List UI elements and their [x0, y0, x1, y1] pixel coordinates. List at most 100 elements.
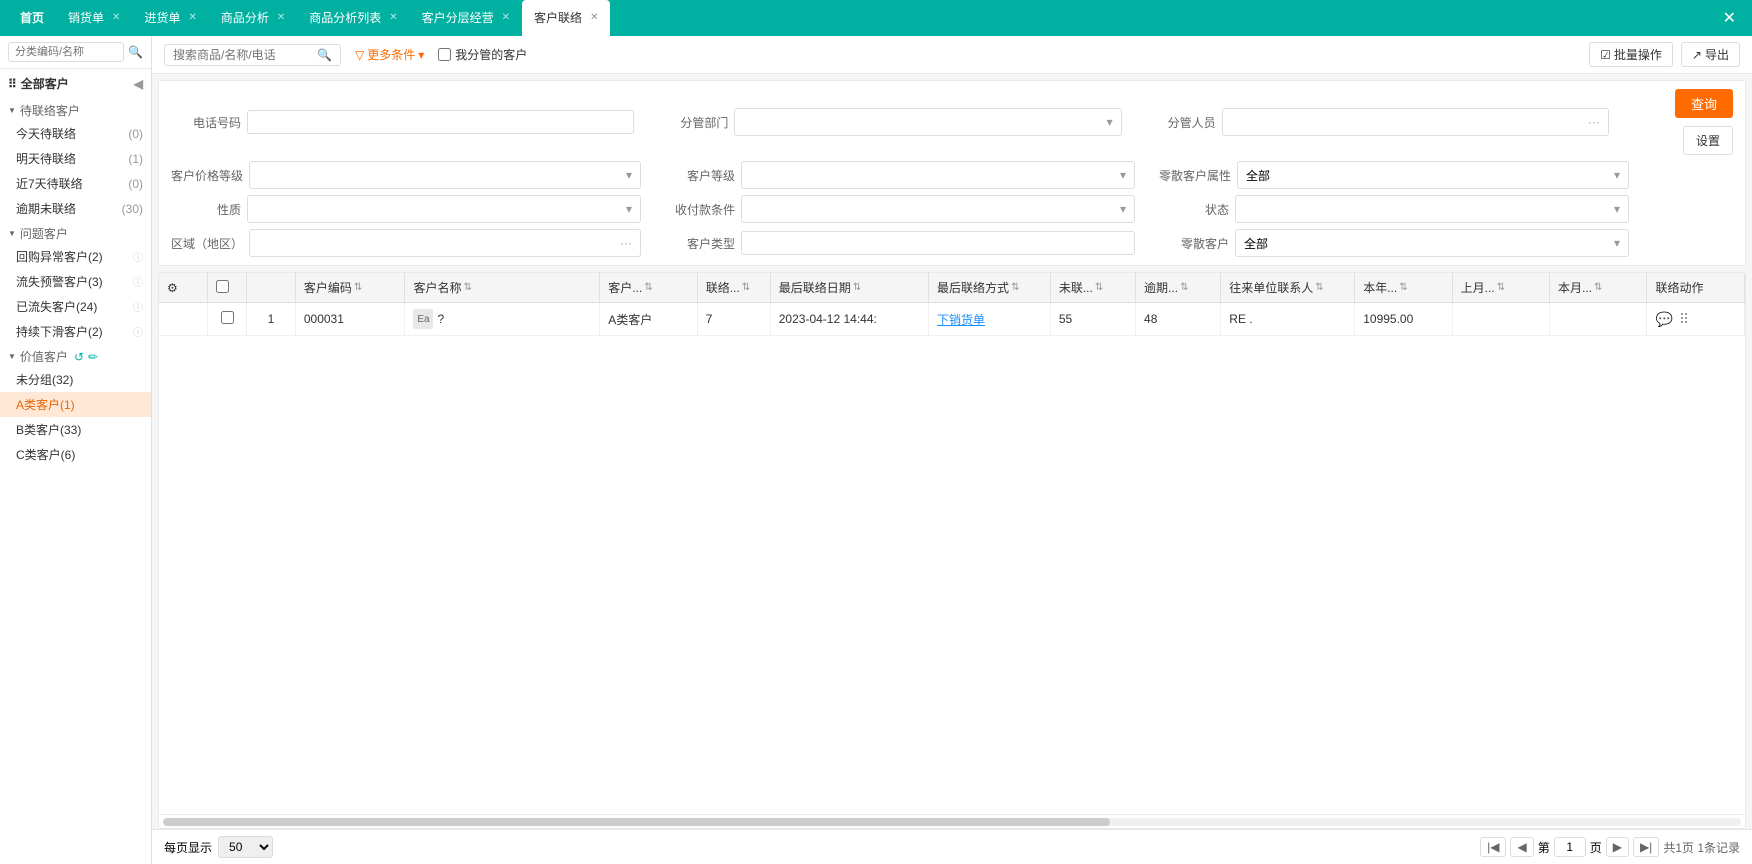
filter-button[interactable]: ▽ 更多条件 ▾	[349, 43, 430, 66]
close-icon[interactable]: ✕	[590, 0, 598, 36]
horizontal-scrollbar-thumb[interactable]	[163, 818, 1110, 826]
sidebar-group-pending[interactable]: ▼ 待联络客户	[0, 98, 151, 121]
dept-select[interactable]: ▾	[734, 108, 1121, 136]
edit-icon[interactable]: ✏	[88, 350, 98, 364]
sidebar-item-ungrouped[interactable]: 未分组(32)	[0, 367, 151, 392]
more-action-icon[interactable]: ⠿	[1679, 311, 1689, 328]
customer-type-input[interactable]	[741, 231, 1135, 255]
nav-tab-2[interactable]: 商品分析 ✕	[209, 0, 297, 36]
sort-icon[interactable]: ⇅	[853, 282, 861, 293]
nav-tab-1[interactable]: 进货单 ✕	[132, 0, 208, 36]
status-select[interactable]: ▾	[1235, 195, 1629, 223]
row-checkbox[interactable]	[221, 311, 234, 324]
nav-tab-4[interactable]: 客户分层经营 ✕	[410, 0, 522, 36]
sidebar-item-declining[interactable]: 持续下滑客户(2) ⓘ	[0, 319, 151, 344]
td-overdue: 48	[1136, 303, 1221, 336]
sort-icon[interactable]: ⇅	[1011, 282, 1019, 293]
batch-button[interactable]: ☑ 批量操作	[1589, 42, 1673, 67]
sidebar-item-c-class[interactable]: C类客户(6)	[0, 442, 151, 467]
sort-icon[interactable]: ⇅	[742, 282, 750, 293]
dots-icon: ···	[620, 236, 632, 250]
close-icon[interactable]: ✕	[502, 0, 510, 36]
settings-button[interactable]: 设置	[1683, 126, 1733, 155]
scatter-attr-label: 零散客户属性	[1159, 167, 1231, 184]
th-customer-type: 客户...⇅	[600, 273, 697, 303]
scatter-customer-select[interactable]: 全部 ▾	[1235, 229, 1629, 257]
sidebar-item-a-class[interactable]: A类客户(1)	[0, 392, 151, 417]
close-icon[interactable]: ✕	[277, 0, 285, 36]
sort-icon[interactable]: ⇅	[1399, 282, 1407, 293]
customer-level-select[interactable]: ▾	[741, 161, 1135, 189]
sidebar-item-b-class[interactable]: B类客户(33)	[0, 417, 151, 442]
chevron-down-icon: ▾	[626, 168, 632, 182]
sort-icon[interactable]: ⇅	[1315, 282, 1323, 293]
nav-tab-3[interactable]: 商品分析列表 ✕	[297, 0, 409, 36]
phone-input[interactable]	[247, 110, 634, 134]
collapse-icon[interactable]: ◀	[134, 77, 143, 91]
search-icon[interactable]: 🔍	[317, 48, 332, 62]
manager-select[interactable]: ···	[1222, 108, 1609, 136]
th-last-month: 上月...⇅	[1452, 273, 1549, 303]
sort-icon[interactable]: ⇅	[1095, 282, 1103, 293]
sidebar-item-churn-warning[interactable]: 流失预警客户(3) ⓘ	[0, 269, 151, 294]
nav-home[interactable]: 首页	[8, 0, 56, 36]
app-close-button[interactable]: ✕	[1715, 8, 1744, 28]
region-label: 区域（地区）	[171, 235, 243, 252]
chevron-down-icon: ▾	[1120, 202, 1126, 216]
close-icon[interactable]: ✕	[188, 0, 196, 36]
region-select[interactable]: ···	[249, 229, 641, 257]
th-action: 联络动作	[1647, 273, 1745, 303]
sidebar-search-input[interactable]	[8, 42, 124, 62]
sort-icon[interactable]: ⇅	[1180, 282, 1188, 293]
sort-icon[interactable]: ⇅	[644, 282, 652, 293]
info-icon: ⓘ	[133, 299, 143, 314]
filter-cell-scatter-customer: 零散客户 全部 ▾	[1159, 229, 1629, 257]
filter-cell-scatter-attr: 零散客户属性 全部 ▾	[1159, 161, 1629, 189]
contact-icon[interactable]: 💬	[1655, 311, 1672, 328]
last-contact-method-link[interactable]: 下销货单	[937, 313, 985, 327]
prev-page-button[interactable]: ◀	[1510, 837, 1533, 857]
query-button[interactable]: 查询	[1675, 89, 1733, 118]
close-icon[interactable]: ✕	[112, 0, 120, 36]
phone-label: 电话号码	[171, 114, 241, 131]
next-page-button[interactable]: ▶	[1606, 837, 1629, 857]
scatter-attr-select[interactable]: 全部 ▾	[1237, 161, 1629, 189]
sort-icon[interactable]: ⇅	[1594, 282, 1602, 293]
select-all-checkbox[interactable]	[216, 280, 229, 293]
export-button[interactable]: ↗ 导出	[1681, 42, 1740, 67]
nav-tab-0[interactable]: 销货单 ✕	[56, 0, 132, 36]
sort-icon[interactable]: ⇅	[354, 282, 362, 293]
my-customer-check[interactable]	[438, 48, 451, 61]
first-page-button[interactable]: |◀	[1480, 837, 1506, 857]
filter-row-2: 客户价格等级 ▾ 客户等级 ▾	[171, 161, 1733, 189]
sort-icon[interactable]: ⇅	[1497, 282, 1505, 293]
sidebar-item-churned[interactable]: 已流失客户(24) ⓘ	[0, 294, 151, 319]
nature-select[interactable]: ▾	[247, 195, 641, 223]
close-icon[interactable]: ✕	[389, 0, 397, 36]
search-input[interactable]	[173, 48, 313, 62]
sidebar-group-value[interactable]: ▼ 价值客户 ↺ ✏	[0, 344, 151, 367]
sidebar-item-today[interactable]: 今天待联络(0)	[0, 121, 151, 146]
filter-cell-phone: 电话号码	[171, 110, 634, 134]
sidebar-search-container: 🔍	[0, 36, 151, 69]
sidebar-search-icon[interactable]: 🔍	[128, 45, 143, 59]
sort-icon[interactable]: ⇅	[463, 282, 471, 293]
payment-select[interactable]: ▾	[741, 195, 1135, 223]
my-customer-checkbox[interactable]: 我分管的客户	[438, 46, 527, 63]
sidebar-item-tomorrow[interactable]: 明天待联络(1)	[0, 146, 151, 171]
gear-icon[interactable]: ⚙	[167, 281, 178, 295]
td-this-month	[1550, 303, 1647, 336]
sidebar-item-repurchase-abnormal[interactable]: 回购异常客户(2) ⓘ	[0, 244, 151, 269]
page-number-input[interactable]	[1554, 837, 1586, 857]
price-level-select[interactable]: ▾	[249, 161, 641, 189]
page-size-select[interactable]: 50 100 200	[218, 836, 273, 858]
sidebar-item-7days[interactable]: 近7天待联络(0)	[0, 171, 151, 196]
td-name: Ea ?	[405, 303, 600, 336]
export-icon: ↗	[1692, 48, 1702, 62]
sidebar-item-overdue[interactable]: 逾期未联络(30)	[0, 196, 151, 221]
all-customers-header[interactable]: ⠿ 全部客户 ◀	[0, 69, 151, 98]
nav-tab-5[interactable]: 客户联络 ✕	[522, 0, 610, 36]
refresh-icon[interactable]: ↺	[74, 350, 84, 364]
last-page-button[interactable]: ▶|	[1633, 837, 1659, 857]
sidebar-group-problem[interactable]: ▼ 问题客户	[0, 221, 151, 244]
